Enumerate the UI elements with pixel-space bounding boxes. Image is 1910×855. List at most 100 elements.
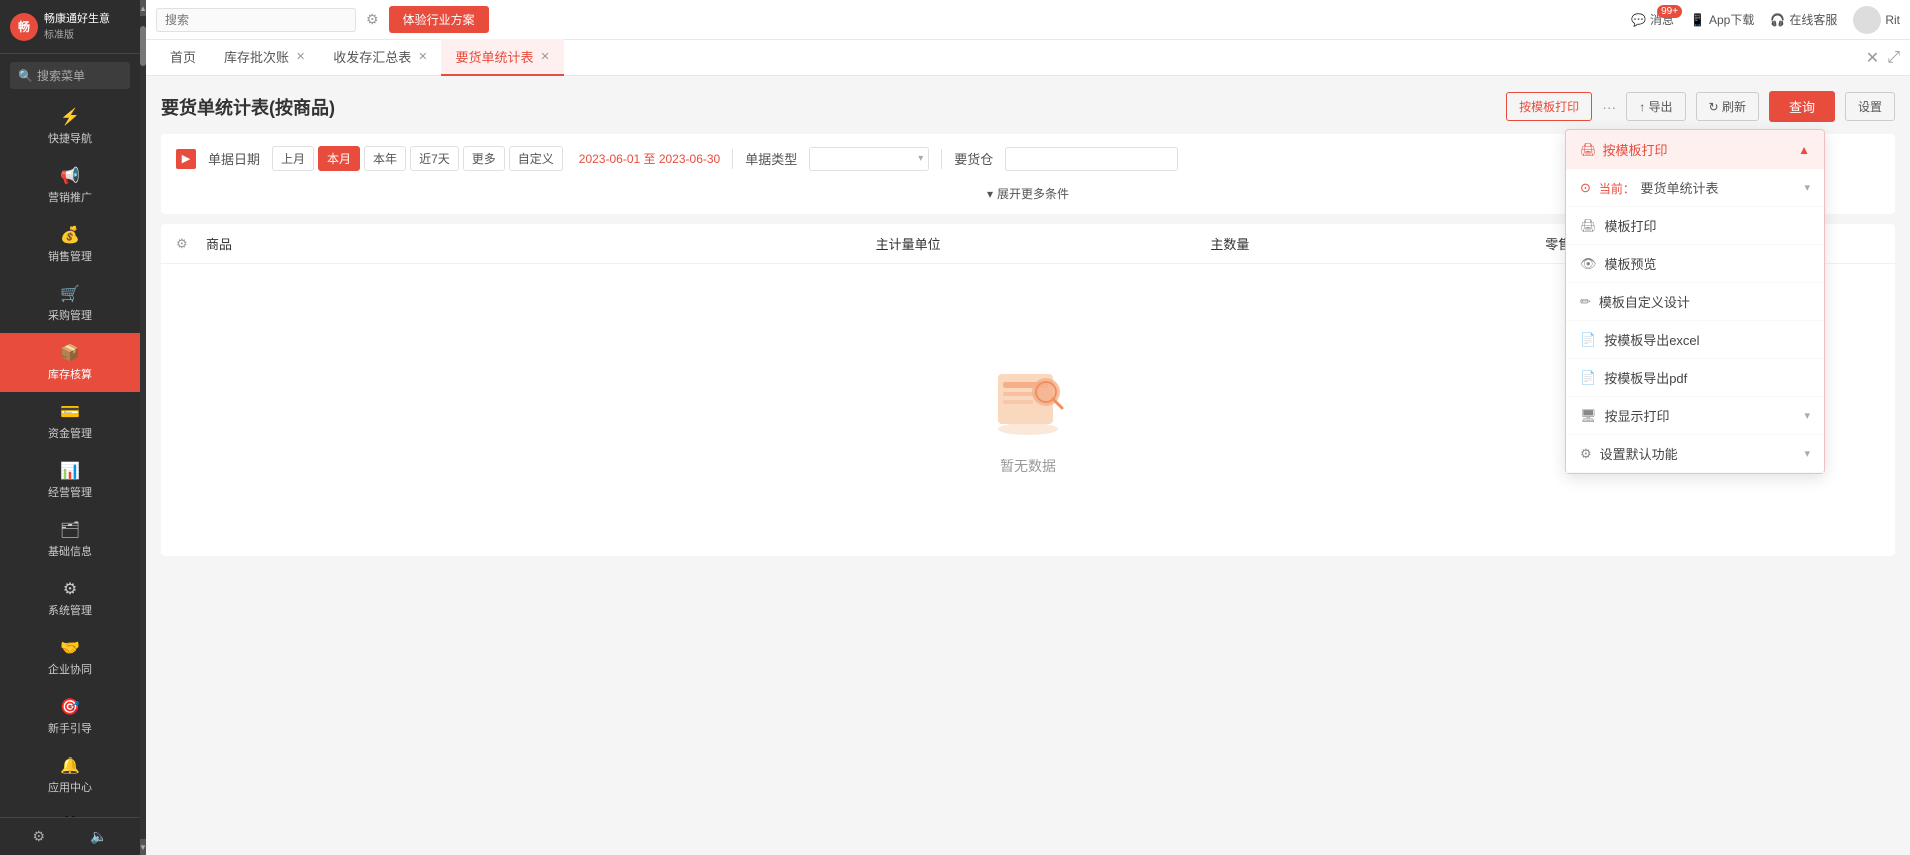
sidebar-search-area: 🔍 搜索菜单 [0, 54, 140, 97]
dropdown-header: 🖨 按模板打印 ▲ [1566, 130, 1824, 169]
goods-filter-label: 要货仓 [954, 149, 993, 168]
refresh-icon: ↻ [1709, 100, 1719, 114]
tabs-right-actions: ✕ ⤢ [1866, 48, 1900, 68]
dropdown-item-template-custom[interactable]: ✏ 模板自定义设计 [1566, 283, 1824, 321]
col-header-unit: 主计量单位 [876, 234, 1211, 253]
sidebar-item-purchase[interactable]: 🛒 采购管理 [0, 274, 140, 333]
tab-close-inventory-batch[interactable]: ✕ [296, 50, 305, 63]
empty-text: 暂无数据 [1000, 456, 1056, 476]
column-settings-icon[interactable]: ⚙ [176, 236, 206, 252]
system-icon: ⚙ [63, 579, 77, 599]
display-print-icon: 🖥 [1580, 408, 1597, 424]
date-btn-this-month[interactable]: 本月 [318, 146, 360, 171]
tab-fullscreen-button[interactable]: ⤢ [1887, 49, 1900, 67]
date-btn-more[interactable]: 更多 [463, 146, 505, 171]
sales-icon: 💰 [60, 225, 80, 245]
logo-sub: 标准版 [44, 26, 110, 41]
trial-button[interactable]: 体验行业方案 [389, 6, 489, 33]
dropdown-item-template-pdf[interactable]: 📄 按模板导出pdf [1566, 359, 1824, 397]
print-button[interactable]: 按模板打印 [1506, 92, 1592, 121]
sidebar-item-basic[interactable]: 🗂 基础信息 [0, 510, 140, 569]
more-options-icon[interactable]: ··· [1602, 99, 1616, 115]
dropdown-current-icon: ⊙ [1580, 180, 1591, 196]
sidebar-item-appstore[interactable]: 🔔 应用中心 [0, 746, 140, 805]
expand-more-button[interactable]: ▾ 展开更多条件 [987, 185, 1069, 202]
date-filter-label: 单据日期 [208, 149, 260, 168]
sidebar-logo: 畅 畅康通好生意 标准版 [0, 0, 140, 54]
settings-small-button[interactable]: 设置 [1845, 92, 1895, 121]
tab-order-stats[interactable]: 要货单统计表 ✕ [441, 39, 563, 76]
sidebar-bottom: ⚙ 🔈 [0, 817, 140, 855]
tab-receipt-summary[interactable]: 收发存汇总表 ✕ [319, 39, 441, 76]
topbar-search-input[interactable] [156, 8, 356, 32]
sidebar-item-system[interactable]: ⚙ 系统管理 [0, 569, 140, 628]
dropdown-current-arrow-icon: ▾ [1804, 181, 1810, 194]
sidebar-item-finance[interactable]: 💳 资金管理 [0, 392, 140, 451]
date-btn-last-month[interactable]: 上月 [272, 146, 314, 171]
template-pdf-icon: 📄 [1580, 370, 1596, 386]
tab-bar: 首页 库存批次账 ✕ 收发存汇总表 ✕ 要货单统计表 ✕ ✕ ⤢ [146, 40, 1910, 76]
page-body: 要货单统计表(按商品) 按模板打印 ··· ↑ 导出 ↻ 刷新 查询 设置 [146, 76, 1910, 855]
dropdown-item-default-func[interactable]: ⚙ 设置默认功能 ▾ [1566, 435, 1824, 473]
dropdown-item-display-print[interactable]: 🖥 按显示打印 ▾ [1566, 397, 1824, 435]
dropdown-chevron-up-icon[interactable]: ▲ [1798, 143, 1810, 157]
tab-home[interactable]: 首页 [156, 39, 210, 76]
refresh-button[interactable]: ↻ 刷新 [1696, 92, 1759, 121]
sidebar-item-marketing[interactable]: 📢 营销推广 [0, 156, 140, 215]
online-service-button[interactable]: 🎧 在线客服 [1770, 11, 1837, 28]
search-menu-button[interactable]: 🔍 搜索菜单 [10, 62, 130, 89]
tab-close-receipt-summary[interactable]: ✕ [418, 50, 427, 63]
goods-filter-input[interactable] [1005, 147, 1178, 171]
date-btn-this-year[interactable]: 本年 [364, 146, 406, 171]
sidebar-item-wechat[interactable]: 💬 企业微信 [0, 805, 140, 817]
date-buttons: 上月 本月 本年 近7天 更多 自定义 [272, 146, 563, 171]
service-icon: 🎧 [1770, 13, 1785, 27]
page-header: 要货单统计表(按商品) 按模板打印 ··· ↑ 导出 ↻ 刷新 查询 设置 [161, 91, 1895, 122]
messages-button[interactable]: 💬 消息 99+ [1631, 11, 1674, 28]
topbar: ⚙ 体验行业方案 💬 消息 99+ 📱 App下载 🎧 在线客服 Rit [146, 0, 1910, 40]
type-filter-label: 单据类型 [745, 149, 797, 168]
sidebar-item-shortcut[interactable]: ⚡ 快捷导航 [0, 97, 140, 156]
dropdown-item-current[interactable]: ⊙ 当前： 要货单统计表 ▾ [1566, 169, 1824, 207]
print-dropdown-menu: 🖨 按模板打印 ▲ ⊙ 当前： 要货单统计表 ▾ [1565, 129, 1825, 474]
expand-filter-icon[interactable]: ▶ [176, 149, 196, 169]
page-title: 要货单统计表(按商品) [161, 94, 335, 120]
date-btn-7days[interactable]: 近7天 [410, 146, 459, 171]
sidebar-item-cooperation[interactable]: 🤝 企业协同 [0, 628, 140, 687]
guide-icon: 🎯 [60, 697, 80, 717]
tab-close-order-stats[interactable]: ✕ [541, 50, 550, 63]
download-icon: 📱 [1690, 13, 1705, 27]
export-button[interactable]: ↑ 导出 [1626, 92, 1685, 121]
query-button[interactable]: 查询 [1769, 91, 1835, 122]
dropdown-item-template-print[interactable]: 🖨 模板打印 [1566, 207, 1824, 245]
sidebar-item-sales[interactable]: 💰 销售管理 [0, 215, 140, 274]
purchase-icon: 🛒 [60, 284, 80, 304]
sidebar-settings-button[interactable]: ⚙ [33, 828, 46, 845]
sidebar: 畅 畅康通好生意 标准版 🔍 搜索菜单 ⚡ 快捷导航 📢 营销推广 💰 销售管理… [0, 0, 140, 855]
sidebar-item-operation[interactable]: 📊 经营管理 [0, 451, 140, 510]
col-header-goods: 商品 [206, 234, 876, 253]
topbar-search-area [156, 8, 356, 32]
tab-close-all-button[interactable]: ✕ [1866, 48, 1879, 68]
dropdown-item-template-preview[interactable]: 👁 模板预览 [1566, 245, 1824, 283]
sidebar-item-guide[interactable]: 🎯 新手引导 [0, 687, 140, 746]
empty-state-icon [978, 344, 1078, 444]
finance-icon: 💳 [60, 402, 80, 422]
topbar-settings-icon[interactable]: ⚙ [366, 11, 379, 28]
dropdown-item-template-excel[interactable]: 📄 按模板导出excel [1566, 321, 1824, 359]
sidebar-item-inventory[interactable]: 📦 库存核算 [0, 333, 140, 392]
type-select-wrapper [809, 147, 929, 171]
tab-inventory-batch[interactable]: 库存批次账 ✕ [210, 39, 319, 76]
date-btn-custom[interactable]: 自定义 [509, 146, 563, 171]
appstore-icon: 🔔 [60, 756, 80, 776]
user-avatar[interactable]: Rit [1853, 6, 1900, 34]
sidebar-audio-button[interactable]: 🔈 [90, 828, 107, 845]
type-select[interactable] [809, 147, 929, 171]
page-actions: 按模板打印 ··· ↑ 导出 ↻ 刷新 查询 设置 🖨 [1506, 91, 1895, 122]
logo-name: 畅康通好生意 [44, 12, 110, 26]
dropdown-header-left: 🖨 按模板打印 [1580, 140, 1668, 159]
app-download-button[interactable]: 📱 App下载 [1690, 11, 1754, 28]
template-custom-icon: ✏ [1580, 294, 1591, 310]
basic-icon: 🗂 [60, 520, 80, 540]
message-icon: 💬 [1631, 13, 1646, 27]
